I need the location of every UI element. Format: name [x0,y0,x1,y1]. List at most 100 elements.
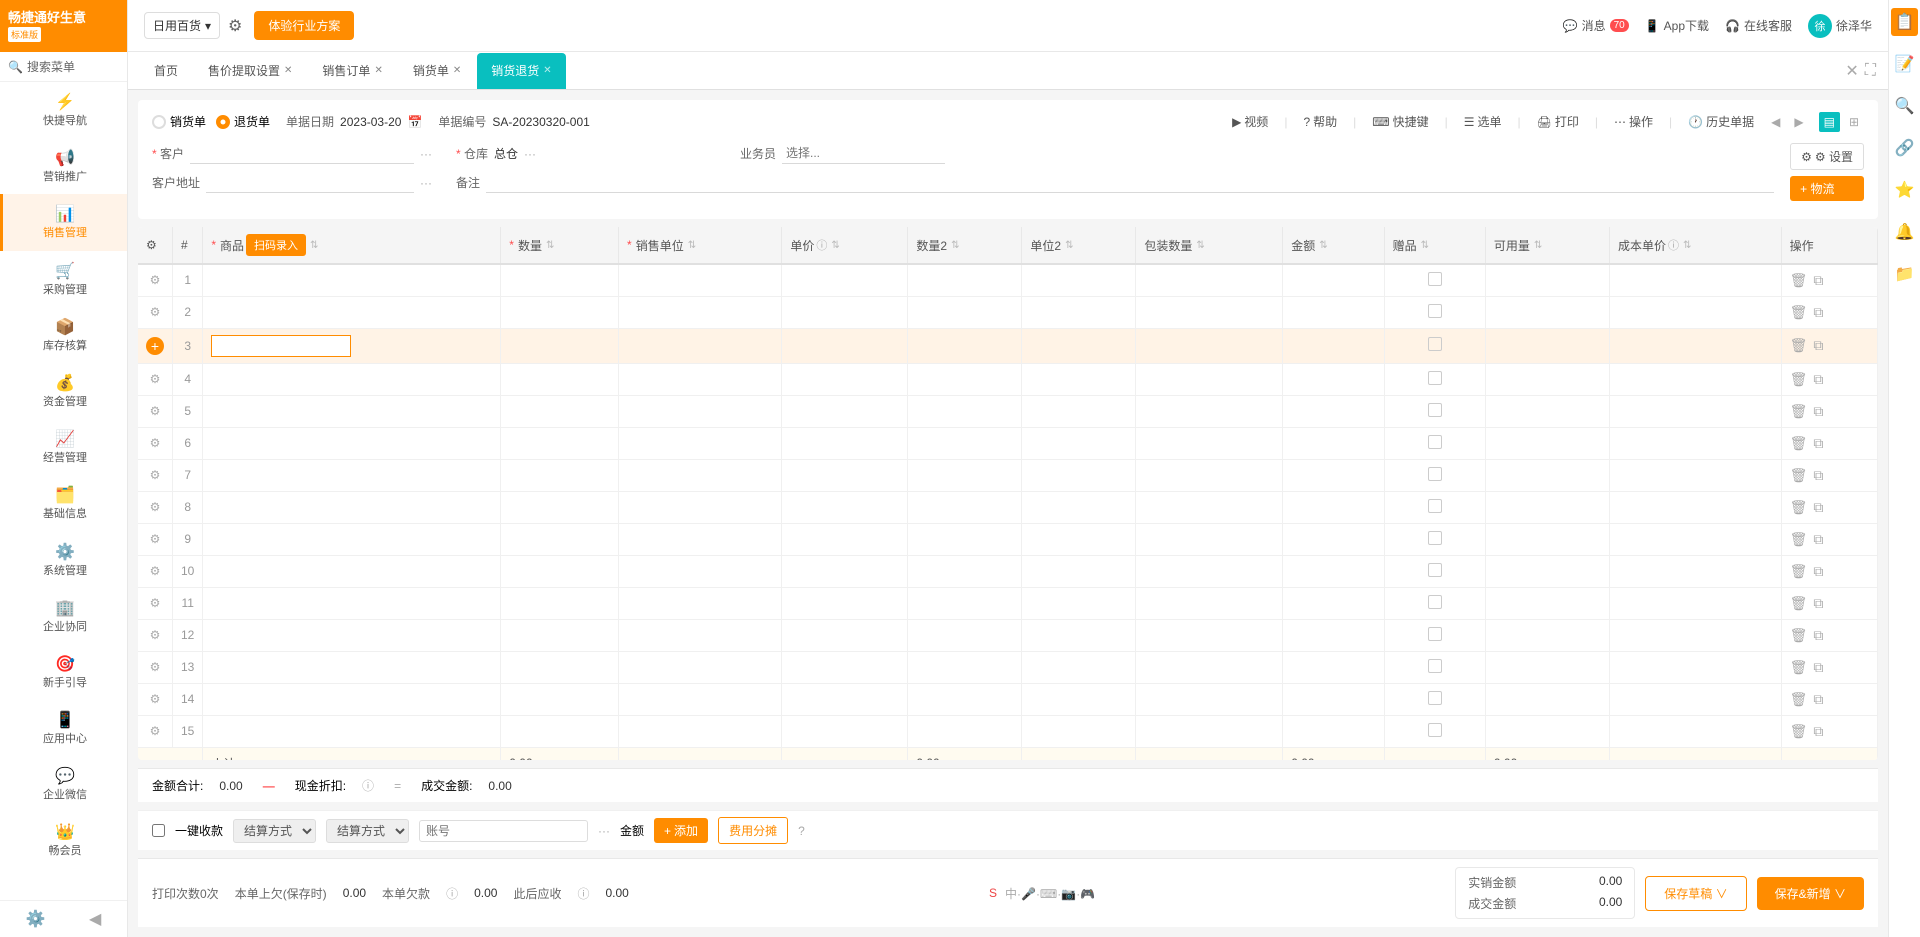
column-setting-button[interactable]: ⚙ ⚙ 设置 [1790,143,1864,170]
row-delete-icon[interactable]: 🗑 [1790,723,1808,740]
unitprice-sort-icon[interactable]: ⇅ [831,240,839,251]
settle-method-select[interactable]: 结算方式 [233,819,316,843]
th-gear[interactable]: ⚙ [138,227,173,264]
customer-more-icon[interactable]: ··· [420,147,432,161]
sidebar-item-member[interactable]: 👑 畅会员 [0,812,127,868]
tab-saleprice[interactable]: 售价提取设置 ✕ [194,53,306,89]
row-delete-icon[interactable]: 🗑 [1790,371,1808,388]
costprice-info-icon[interactable]: ⓘ [1668,237,1679,253]
row-gear-icon[interactable]: ⚙ [150,372,161,386]
view-list-icon[interactable]: ▤ [1819,112,1840,132]
unit2-sort-icon[interactable]: ⇅ [1065,240,1073,251]
right-panel-bell-icon[interactable]: 🔔 [1891,218,1919,246]
tab-close-all-icon[interactable]: ✕ [1845,61,1858,81]
sidebar-item-purchase[interactable]: 🛒 采购管理 [0,251,127,307]
user-avatar-area[interactable]: 徐 徐泽华 [1808,14,1872,38]
bank-account-select[interactable]: 结算方式 [326,819,409,843]
toolbar-print[interactable]: 🖨 打印 [1531,110,1585,133]
sidebar-item-enterprise[interactable]: 🏢 企业协同 [0,588,127,644]
sidebar-item-basic[interactable]: 🗂️ 基础信息 [0,475,127,531]
row-delete-icon[interactable]: 🗑 [1790,659,1808,676]
gift-checkbox[interactable] [1428,531,1442,545]
settings-gear-icon[interactable]: ⚙ [228,16,242,36]
row-copy-icon[interactable]: ⧉ [1813,531,1823,548]
toolbar-ops[interactable]: ⋯ 操作 [1608,110,1659,133]
radio-salereturn[interactable]: 退货单 [216,113,270,130]
expense-split-button[interactable]: 费用分摊 [718,817,788,844]
gift-checkbox[interactable] [1428,435,1442,449]
sidebar-search[interactable]: 🔍 搜索菜单 [0,52,127,82]
row-delete-icon[interactable]: 🗑 [1790,627,1808,644]
row-gear-icon[interactable]: ⚙ [150,305,161,319]
warehouse-more-icon[interactable]: ··· [524,147,536,161]
radio-saledeliver[interactable]: 销货单 [152,113,206,130]
tab-saleorder[interactable]: 销售订单 ✕ [308,53,396,89]
gift-checkbox[interactable] [1428,499,1442,513]
amount-sort-icon[interactable]: ⇅ [1319,240,1327,251]
sidebar-item-appstore[interactable]: 📱 应用中心 [0,700,127,756]
toolbar-history[interactable]: 🕐 历史单据 [1682,110,1760,133]
row-gear-icon[interactable]: ⚙ [150,436,161,450]
row-gear-icon[interactable]: ⚙ [150,660,161,674]
collapse-icon[interactable]: ◀ [89,909,101,929]
sidebar-item-quicknav[interactable]: ⚡ 快捷导航 [0,82,127,138]
gift-sort-icon[interactable]: ⇅ [1421,240,1429,251]
row-delete-icon[interactable]: 🗑 [1790,531,1808,548]
save-draft-button[interactable]: 保存草稿 ∨ [1645,876,1746,911]
product-input[interactable] [211,335,351,357]
row-gear-icon[interactable]: ⚙ [150,468,161,482]
tab-home[interactable]: 首页 [140,53,192,89]
row-gear-icon[interactable]: ⚙ [150,500,161,514]
row-gear-icon[interactable]: ⚙ [150,564,161,578]
settings-icon[interactable]: ⚙️ [26,909,46,929]
row-copy-icon[interactable]: ⧉ [1813,627,1823,644]
sidebar-item-operations[interactable]: 📈 经营管理 [0,419,127,475]
experience-button[interactable]: 体验行业方案 [254,11,354,40]
row-delete-icon[interactable]: 🗑 [1790,272,1808,289]
qty-sort-icon[interactable]: ⇅ [546,240,554,251]
row-gear-icon[interactable]: ⚙ [150,628,161,642]
right-panel-folder-icon[interactable]: 📁 [1891,260,1919,288]
tab-saleprice-close[interactable]: ✕ [284,65,292,76]
right-panel-star-icon[interactable]: ⭐ [1891,176,1919,204]
costprice-sort-icon[interactable]: ⇅ [1683,240,1691,251]
gift-checkbox[interactable] [1428,627,1442,641]
toolbar-select[interactable]: ☰ 选单 [1458,110,1508,133]
discount-info-icon[interactable]: ⓘ [362,777,374,794]
remark-input[interactable] [486,172,1774,193]
industry-dropdown[interactable]: 日用百货 ▾ [144,12,220,39]
scan-barcode-button[interactable]: 扫码录入 [246,234,306,256]
row-delete-icon[interactable]: 🗑 [1790,403,1808,420]
tab-expand-icon[interactable]: ⛶ [1865,62,1876,80]
nav-next-icon[interactable]: ▶ [1791,115,1806,129]
row-copy-icon[interactable]: ⧉ [1813,272,1823,289]
salesperson-input[interactable] [782,143,945,164]
row-delete-icon[interactable]: 🗑 [1790,691,1808,708]
row-delete-icon[interactable]: 🗑 [1790,595,1808,612]
sidebar-item-wechat[interactable]: 💬 企业微信 [0,756,127,812]
row-copy-icon[interactable]: ⧉ [1813,595,1823,612]
sidebar-item-finance[interactable]: 💰 资金管理 [0,363,127,419]
bank-account-dots[interactable]: ··· [598,824,610,838]
right-panel-search-icon[interactable]: 🔍 [1891,92,1919,120]
right-panel-link-icon[interactable]: 🔗 [1891,134,1919,162]
view-grid-icon[interactable]: ⊞ [1844,112,1864,132]
toolbar-shortcut[interactable]: ⌨ 快捷键 [1366,110,1434,133]
tab-salereturn-close[interactable]: ✕ [543,65,551,76]
qty2-sort-icon[interactable]: ⇅ [951,240,959,251]
gift-checkbox[interactable] [1428,723,1442,737]
add-row-icon[interactable]: + [146,337,164,355]
product-sort-icon[interactable]: ⇅ [310,240,318,251]
row-copy-icon[interactable]: ⧉ [1813,337,1823,354]
row-copy-icon[interactable]: ⧉ [1813,723,1823,740]
gift-checkbox[interactable] [1428,595,1442,609]
row-copy-icon[interactable]: ⧉ [1813,371,1823,388]
logistics-button[interactable]: + 物流 [1790,176,1864,201]
toolbar-video[interactable]: ▶ 视频 [1226,110,1274,133]
row-delete-icon[interactable]: 🗑 [1790,563,1808,580]
online-service-button[interactable]: 🎧 在线客服 [1725,17,1792,34]
row-copy-icon[interactable]: ⧉ [1813,403,1823,420]
add-payment-button[interactable]: + 添加 [654,818,708,843]
nav-prev-icon[interactable]: ◀ [1768,115,1783,129]
tab-saledeliver[interactable]: 销货单 ✕ [399,53,475,89]
